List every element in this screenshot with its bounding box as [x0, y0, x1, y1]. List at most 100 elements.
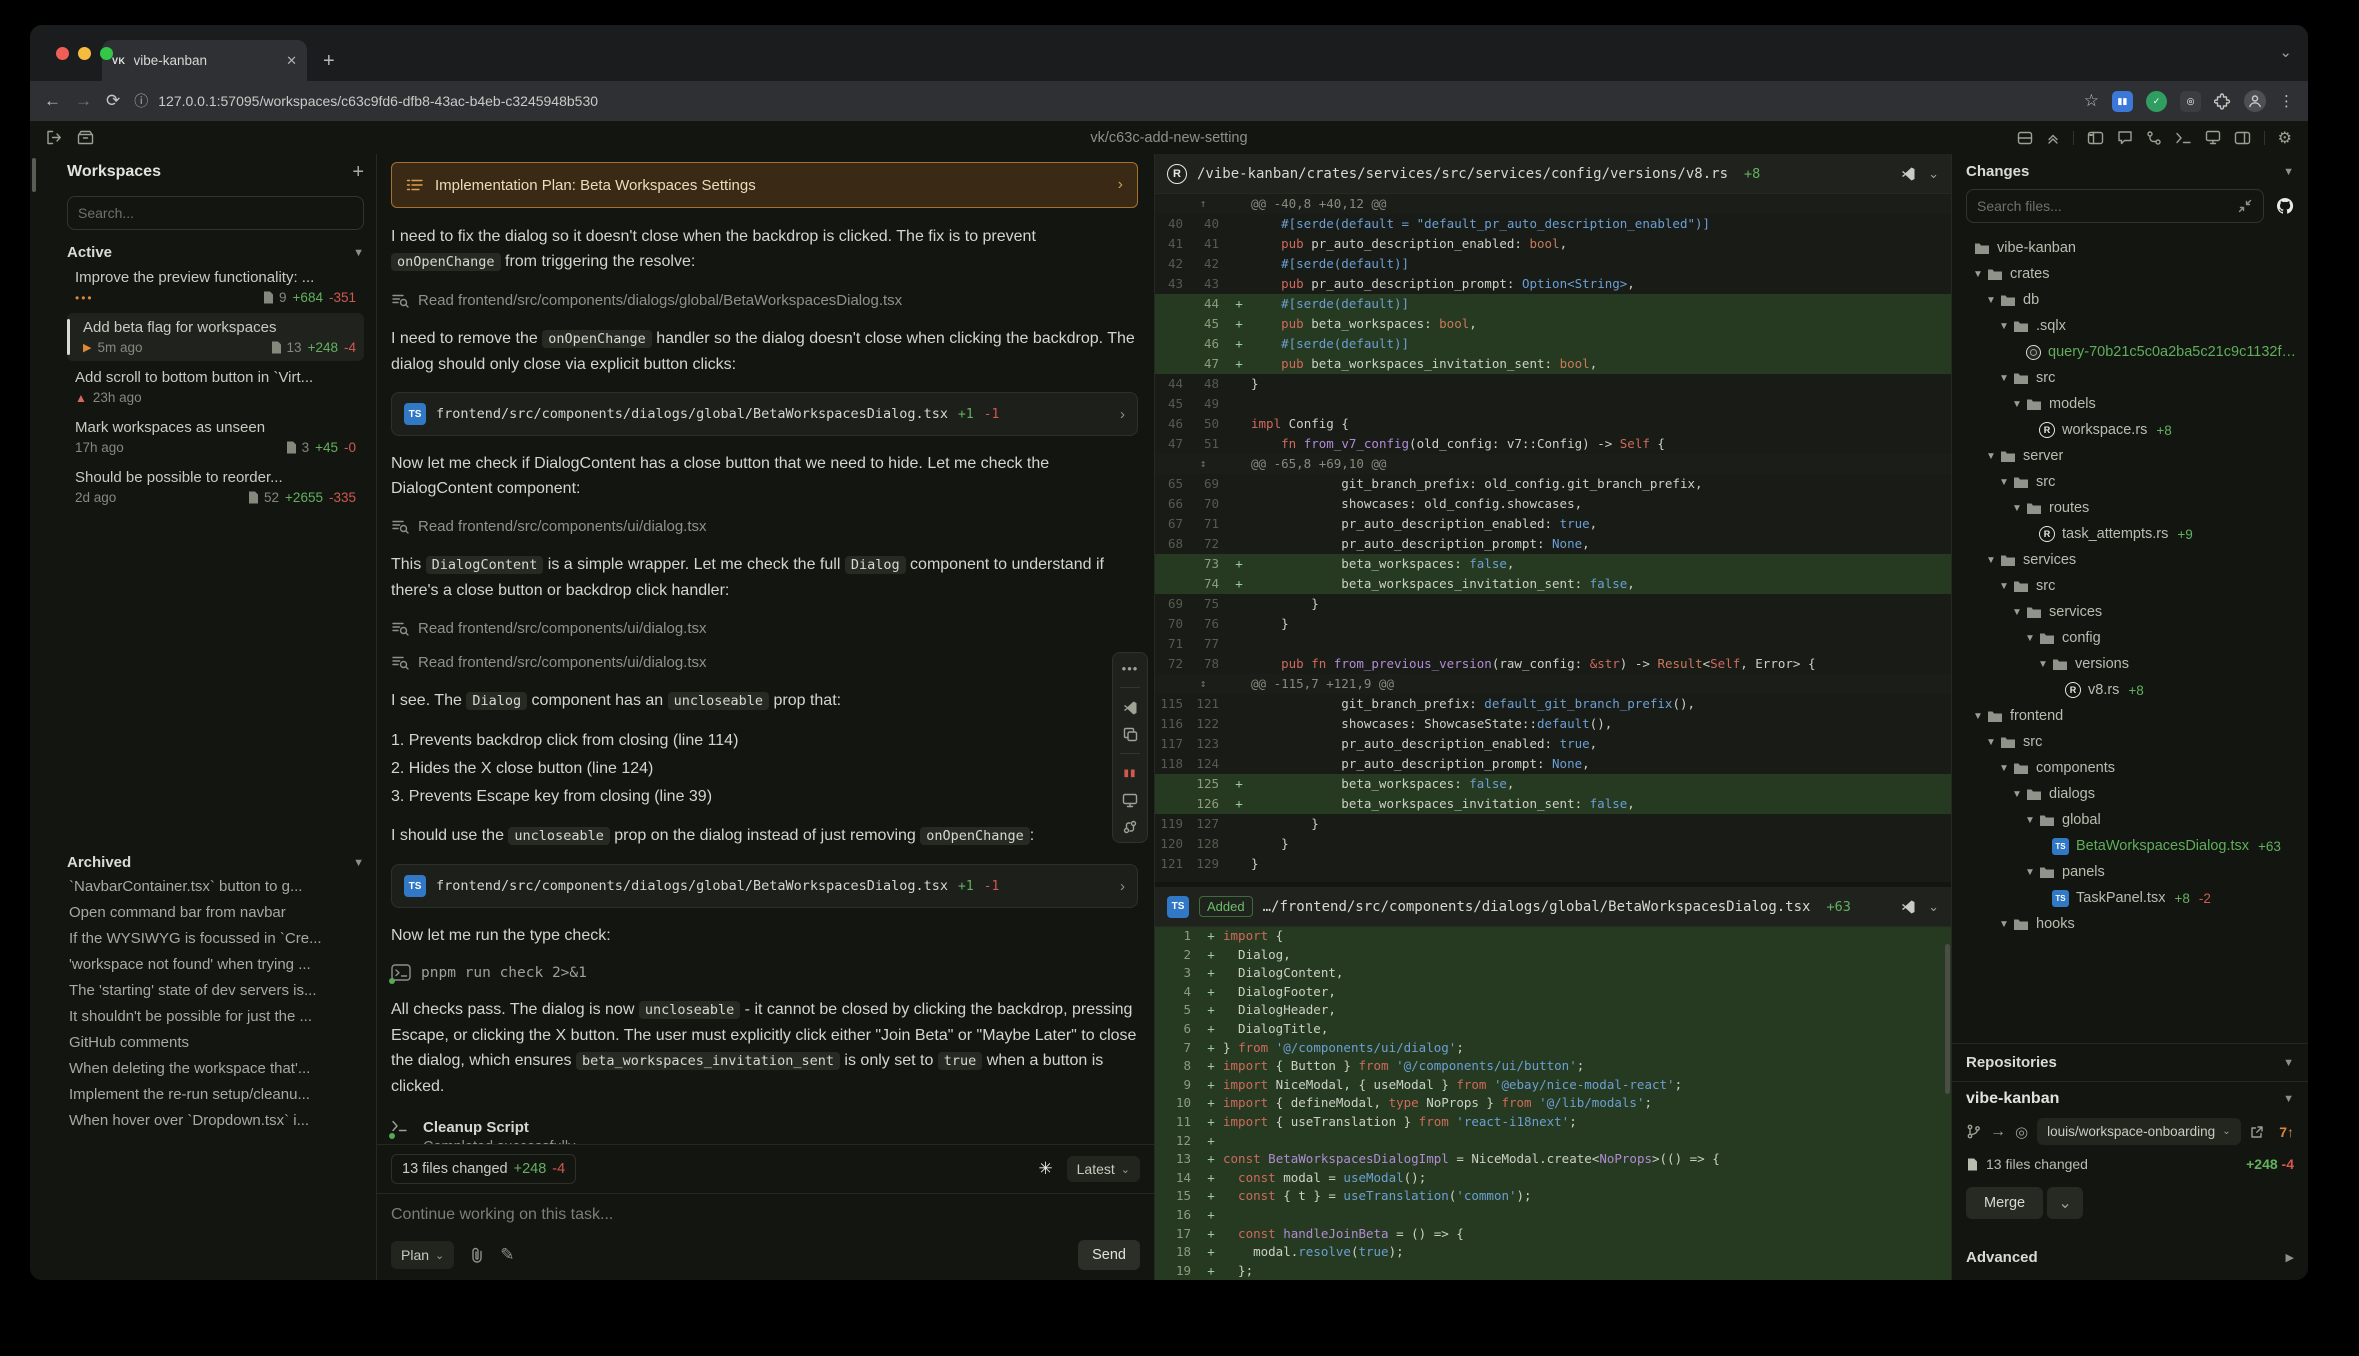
- chevron-down-icon[interactable]: ▼: [1986, 737, 2000, 748]
- chevron-down-icon[interactable]: ▼: [2012, 503, 2026, 514]
- chevron-down-icon[interactable]: ▼: [1999, 763, 2013, 774]
- tree-file-row[interactable]: TS TaskPanel.tsx +8 -2: [1960, 885, 2302, 911]
- file-search-input[interactable]: [1966, 189, 2264, 223]
- workspace-item[interactable]: Add scroll to bottom button in `Virt... ▲…: [67, 363, 364, 411]
- diff-line-added[interactable]: 11 + import { useTranslation } from 'react…: [1155, 1112, 1951, 1132]
- archived-workspace-item[interactable]: GitHub comments: [67, 1029, 364, 1055]
- expand-hunk-icon[interactable]: ↕: [1155, 674, 1251, 694]
- tree-folder-row[interactable]: ▼ panels: [1960, 859, 2302, 885]
- diff-line-added[interactable]: 8 + import { Button } from '@/components/u…: [1155, 1057, 1951, 1076]
- diff-line-context[interactable]: 65 69 git_branch_prefix: old_config.git_b…: [1155, 474, 1951, 494]
- chevron-down-icon[interactable]: ▼: [2025, 867, 2039, 878]
- diff-line-context[interactable]: 121 129}: [1155, 854, 1951, 874]
- diff-line-context[interactable]: 116 122 showcases: ShowcaseState::default…: [1155, 714, 1951, 734]
- diff-line-context[interactable]: 41 41 pub pr_auto_description_enabled: bo…: [1155, 234, 1951, 254]
- pen-icon[interactable]: ✎: [500, 1245, 514, 1265]
- extension-dark-icon[interactable]: ◎: [2180, 90, 2201, 112]
- merge-options-button[interactable]: ⌄: [2047, 1187, 2084, 1219]
- tree-folder-row[interactable]: ▼ routes: [1960, 495, 2302, 521]
- archived-section-header[interactable]: Archived ▼: [67, 854, 364, 871]
- diff-line-context[interactable]: 44 48}: [1155, 374, 1951, 394]
- sparkle-icon[interactable]: ✳: [1038, 1159, 1052, 1179]
- implementation-plan-banner[interactable]: Implementation Plan: Beta Workspaces Set…: [391, 162, 1138, 208]
- new-tab-button[interactable]: +: [323, 50, 335, 81]
- add-workspace-button[interactable]: +: [352, 161, 364, 184]
- diff-line-added[interactable]: 18 + modal.resolve(true);: [1155, 1243, 1951, 1262]
- settings-gear-icon[interactable]: ⚙: [2278, 128, 2292, 148]
- diff-line-added[interactable]: 74 + beta_workspaces_invitation_sent: fal…: [1155, 574, 1951, 594]
- browser-tab[interactable]: VK vibe-kanban ✕: [102, 40, 307, 81]
- open-in-vscode-icon[interactable]: [1901, 899, 1916, 914]
- tree-file-row[interactable]: Rworkspace.rs +8: [1960, 417, 2302, 443]
- diff-line-added[interactable]: 13 + const BetaWorkspacesDialogImpl = Nice…: [1155, 1150, 1951, 1169]
- tree-folder-row[interactable]: ▼ src: [1960, 469, 2302, 495]
- tree-folder-row[interactable]: ▼ dialogs: [1960, 781, 2302, 807]
- copy-icon[interactable]: [1123, 726, 1138, 742]
- close-window-button[interactable]: [56, 47, 69, 60]
- tree-folder-row[interactable]: ▼ server: [1960, 443, 2302, 469]
- tree-folder-row[interactable]: ▼ src: [1960, 365, 2302, 391]
- tree-folder-row[interactable]: ▼ crates: [1960, 261, 2302, 287]
- tree-folder-row[interactable]: ▼ frontend: [1960, 703, 2302, 729]
- diff-line-added[interactable]: 44 + #[serde(default)]: [1155, 294, 1951, 314]
- read-tool-call[interactable]: Read frontend/src/components/ui/dialog.t…: [391, 518, 1138, 535]
- diff-line-added[interactable]: 1 + import {: [1155, 927, 1951, 946]
- archived-workspace-item[interactable]: `NavbarContainer.tsx` button to g...: [67, 873, 364, 899]
- tree-folder-row[interactable]: ▼ models: [1960, 391, 2302, 417]
- chevron-down-icon[interactable]: ▼: [1999, 477, 2013, 488]
- diff-line-added[interactable]: 3 + DialogContent,: [1155, 964, 1951, 983]
- chevron-down-icon[interactable]: ▼: [2012, 399, 2026, 410]
- forward-icon[interactable]: →: [75, 91, 92, 111]
- archived-workspace-item[interactable]: Implement the re-run setup/cleanu...: [67, 1081, 364, 1107]
- send-button[interactable]: Send: [1078, 1240, 1140, 1270]
- logout-icon[interactable]: [46, 130, 63, 145]
- address-bar[interactable]: ⓘ 127.0.0.1:57095/workspaces/c63c9fd6-df…: [134, 91, 2070, 111]
- diff-line-context[interactable]: 45 49: [1155, 394, 1951, 414]
- archived-workspace-item[interactable]: 'workspace not found' when trying ...: [67, 951, 364, 977]
- bookmark-star-icon[interactable]: ☆: [2084, 91, 2099, 111]
- files-changed-chip[interactable]: 13 files changed +248 -4: [391, 1154, 577, 1184]
- tree-file-row[interactable]: TS BetaWorkspacesDialog.tsx +63: [1960, 833, 2302, 859]
- read-tool-call[interactable]: Read frontend/src/components/ui/dialog.t…: [391, 654, 1138, 671]
- monitor-icon[interactable]: [2205, 130, 2221, 145]
- terminal-icon[interactable]: [2175, 131, 2192, 145]
- chevron-down-icon[interactable]: ▼: [2012, 789, 2026, 800]
- vscode-icon[interactable]: [1123, 699, 1138, 715]
- workspace-item[interactable]: Add beta flag for workspaces ▶ 5m ago 13 +24…: [67, 313, 364, 361]
- archived-workspace-item[interactable]: If the WYSIWYG is focussed in `Cre...: [67, 925, 364, 951]
- sidebar-scrollbar[interactable]: [32, 158, 36, 192]
- archive-icon[interactable]: [77, 130, 94, 145]
- diff-line-added[interactable]: 7 +} from '@/components/ui/dialog';: [1155, 1038, 1951, 1058]
- diff-line-context[interactable]: 119 127 }: [1155, 814, 1951, 834]
- tab-close-icon[interactable]: ✕: [286, 53, 297, 69]
- window-controls[interactable]: [56, 47, 113, 60]
- extensions-puzzle-icon[interactable]: [2214, 92, 2231, 110]
- archived-workspace-item[interactable]: Open command bar from navbar: [67, 899, 364, 925]
- tree-folder-row[interactable]: ▼ hooks: [1960, 911, 2302, 937]
- extension-green-icon[interactable]: ✓: [2146, 90, 2167, 112]
- archived-workspace-item[interactable]: When hover over `Dropdown.tsx` i...: [67, 1107, 364, 1133]
- chevron-down-icon[interactable]: ▼: [2025, 633, 2039, 644]
- tree-folder-row[interactable]: ▼ components: [1960, 755, 2302, 781]
- edited-file-card[interactable]: TS frontend/src/components/dialogs/global…: [391, 392, 1138, 436]
- diff-line-context[interactable]: 69 75 }: [1155, 594, 1951, 614]
- diff-line-added[interactable]: 126 + beta_workspaces_invitation_sent: fa…: [1155, 794, 1951, 814]
- diff-line-added[interactable]: 12 +: [1155, 1131, 1951, 1151]
- diff-line-added[interactable]: 4 + DialogFooter,: [1155, 982, 1951, 1002]
- attach-paperclip-icon[interactable]: [470, 1247, 484, 1263]
- chevron-down-icon[interactable]: ▼: [1999, 919, 2013, 930]
- diff-line-context[interactable]: 72 78 pub fn from_previous_version(raw_co…: [1155, 654, 1951, 674]
- tree-file-row[interactable]: Rtask_attempts.rs +9: [1960, 521, 2302, 547]
- chevron-down-icon[interactable]: ▼: [1999, 581, 2013, 592]
- diff-line-context[interactable]: 43 43 pub pr_auto_description_prompt: Opt…: [1155, 274, 1951, 294]
- archived-workspace-item[interactable]: The 'starting' state of dev servers is..…: [67, 977, 364, 1003]
- diff-hunk-header[interactable]: ↕ @@ -115,7 +121,9 @@: [1155, 674, 1951, 694]
- active-section-header[interactable]: Active ▼: [67, 244, 364, 261]
- tree-folder-row[interactable]: ▼ src: [1960, 729, 2302, 755]
- diff-line-added[interactable]: 2 + Dialog,: [1155, 945, 1951, 965]
- tab-search-chevron-icon[interactable]: ⌄: [2279, 43, 2292, 61]
- chevron-down-icon[interactable]: ▼: [1999, 373, 2013, 384]
- mode-dropdown[interactable]: Plan ⌄: [391, 1241, 455, 1269]
- chevron-down-icon[interactable]: ▼: [1986, 555, 2000, 566]
- diff-line-context[interactable]: 70 76 }: [1155, 614, 1951, 634]
